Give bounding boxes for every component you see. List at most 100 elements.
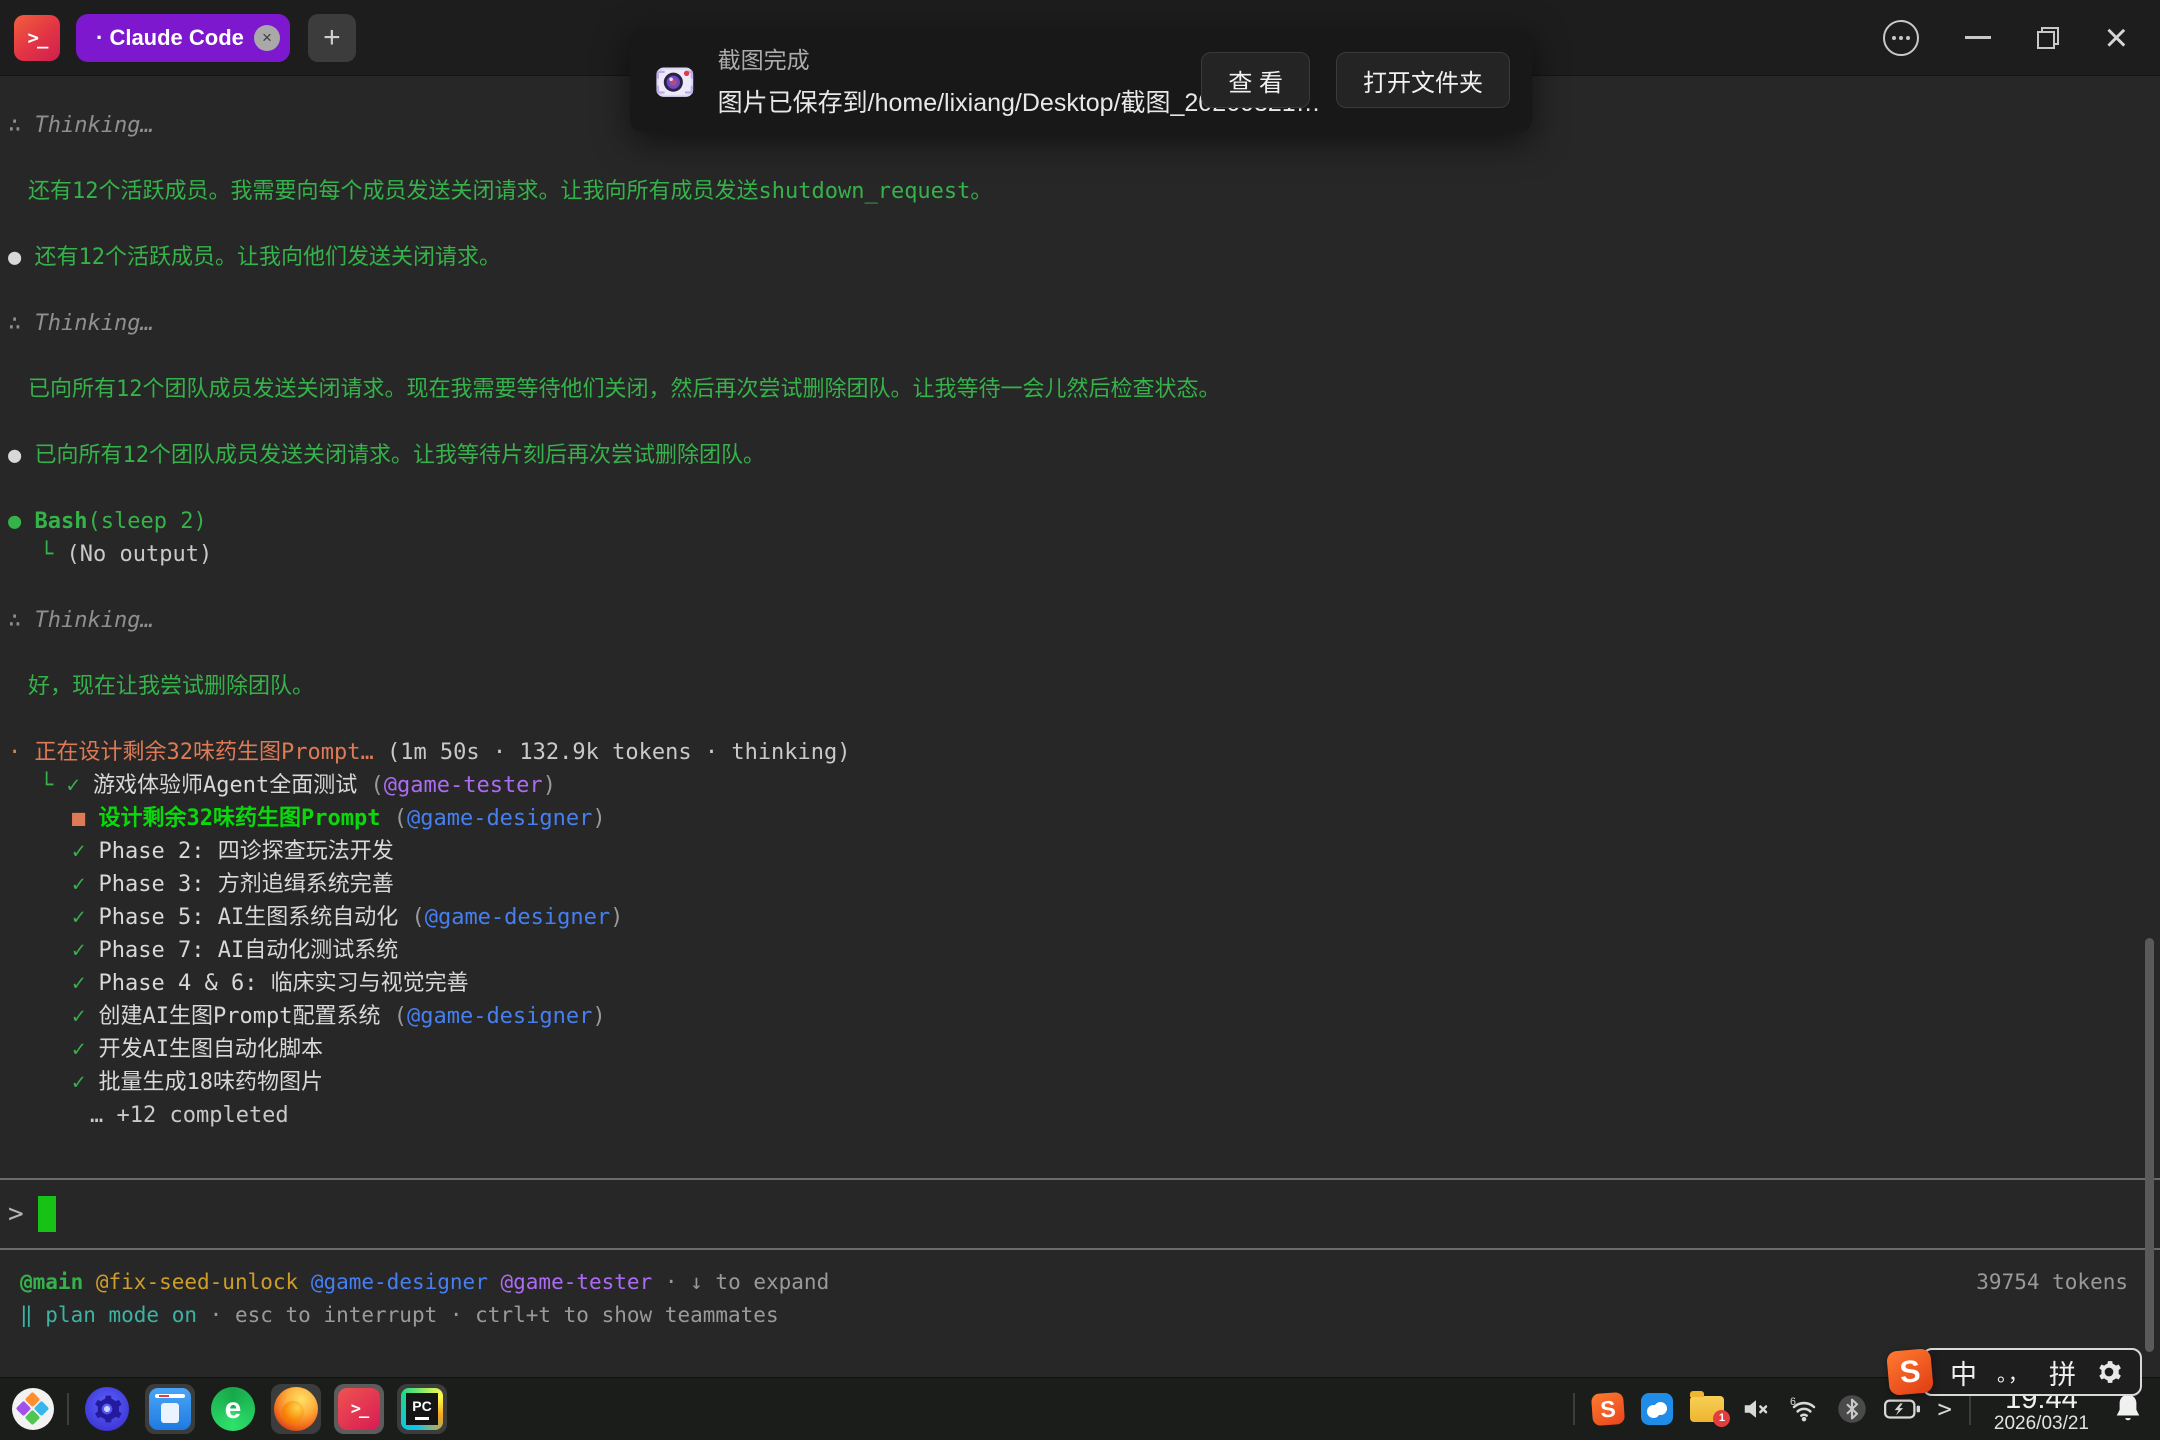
view-button[interactable]: 查 看: [1201, 52, 1310, 108]
text-segment: Thinking…: [35, 113, 154, 138]
terminal-line: · 正在设计剩余32味药生图Prompt… (1m 50s · 132.9k t…: [0, 736, 2160, 769]
text-segment: [298, 1270, 311, 1294]
terminal-line: 已向所有12个团队成员发送关闭请求。现在我需要等待他们关闭，然后再次尝试删除团队…: [0, 373, 2160, 406]
terminal-blank-line: [0, 637, 2160, 670]
svg-text:6: 6: [1790, 1396, 1796, 1408]
text-segment: @game-tester: [384, 773, 543, 798]
text-segment: @game-designer: [425, 905, 610, 930]
text-segment: ●: [8, 509, 35, 534]
folder-tray-icon[interactable]: 1: [1690, 1396, 1724, 1422]
text-segment: (No output): [67, 542, 213, 567]
text-segment: @game-designer: [311, 1270, 488, 1294]
volume-muted-icon[interactable]: [1741, 1394, 1771, 1424]
battery-icon[interactable]: [1884, 1398, 1920, 1420]
text-segment: ): [543, 773, 556, 798]
text-segment: (sleep 2): [87, 509, 206, 534]
text-segment: Thinking…: [35, 311, 154, 336]
minimize-icon[interactable]: [1965, 36, 1991, 39]
cloud-tray-icon[interactable]: [1641, 1393, 1673, 1425]
ime-punctuation-toggle[interactable]: 。，: [1997, 1358, 2029, 1387]
text-segment: … +12 completed: [90, 1103, 289, 1128]
terminal-line: ■ 设计剩余32味药生图Prompt (@game-designer): [0, 802, 2160, 835]
text-segment: @fix-seed-unlock: [96, 1270, 298, 1294]
text-segment: Thinking…: [35, 608, 154, 633]
terminal-blank-line: [0, 274, 2160, 307]
tray-expand-chevron[interactable]: >: [1937, 1395, 1951, 1423]
text-segment: ): [592, 1004, 605, 1029]
terminal-line: ✓ Phase 2: 四诊探查玩法开发: [0, 835, 2160, 868]
gear-icon: [91, 1393, 123, 1425]
terminal-line: └ (No output): [0, 538, 2160, 571]
control-center-icon[interactable]: [82, 1384, 132, 1434]
status-line-agents: @main @fix-seed-unlock @game-designer @g…: [20, 1266, 2140, 1299]
window-controls: ×: [1883, 20, 2128, 56]
clock-date: 2026/03/21: [1994, 1414, 2089, 1433]
text-segment: @game-designer: [407, 806, 592, 831]
text-segment: 开发AI生图自动化脚本: [99, 1037, 324, 1062]
text-segment: ✓: [72, 839, 99, 864]
notification-bell-icon[interactable]: [2112, 1392, 2144, 1426]
wifi-icon[interactable]: 6: [1788, 1393, 1820, 1425]
ime-mode-chinese[interactable]: 中: [1950, 1353, 1977, 1392]
window-menu-icon[interactable]: [1883, 20, 1919, 56]
restore-icon[interactable]: [2037, 27, 2059, 49]
text-segment: ✓: [72, 938, 99, 963]
ime-pinyin-indicator[interactable]: 拼: [2049, 1353, 2076, 1392]
terminal-line: ● Bash(sleep 2): [0, 505, 2160, 538]
text-segment: Bash: [35, 509, 88, 534]
terminal-line: ● 已向所有12个团队成员发送关闭请求。让我等待片刻后再次尝试删除团队。: [0, 439, 2160, 472]
terminal-line: ✓ 批量生成18味药物图片: [0, 1066, 2160, 1099]
sogou-tray-icon[interactable]: S: [1591, 1392, 1625, 1426]
file-manager-icon[interactable]: [145, 1384, 195, 1434]
text-segment: ✓: [72, 1070, 99, 1095]
text-segment: · ↓ to expand: [652, 1270, 829, 1294]
text-segment: (1m 50s · 132.9k tokens · thinking): [387, 740, 851, 765]
text-segment: ∴: [8, 113, 35, 138]
text-segment: Phase 4 & 6: 临床实习与视觉完善: [99, 971, 469, 996]
tray-separator-2: [1969, 1393, 1971, 1425]
terminal-output: ∴ Thinking… 还有12个活跃成员。我需要向每个成员发送关闭请求。让我向…: [0, 75, 2160, 1132]
close-icon[interactable]: ×: [2105, 23, 2128, 53]
text-segment: ∴: [8, 608, 35, 633]
terminal-taskbar-icon[interactable]: >_: [334, 1384, 384, 1434]
screenshot-notification: 截图完成 图片已保存到/home/lixiang/Desktop/截图_2026…: [630, 28, 1532, 132]
text-segment: @game-tester: [501, 1270, 653, 1294]
terminal-line: ∴ Thinking…: [0, 307, 2160, 340]
text-segment: (: [411, 905, 424, 930]
camera-icon: [652, 49, 698, 111]
token-count: 39754 tokens: [1976, 1266, 2128, 1299]
open-folder-button[interactable]: 打开文件夹: [1336, 52, 1510, 108]
ime-settings-gear-icon[interactable]: [2096, 1359, 2122, 1385]
text-segment: ∴: [8, 311, 35, 336]
text-segment: ✓: [72, 905, 99, 930]
text-segment: ✓: [72, 872, 99, 897]
terminal-line: ✓ Phase 3: 方剂追缉系统完善: [0, 868, 2160, 901]
pycharm-icon[interactable]: PC: [397, 1384, 447, 1434]
text-segment: ■: [72, 806, 99, 831]
text-segment: (: [370, 773, 383, 798]
tab-close-icon[interactable]: ×: [254, 25, 280, 51]
text-segment: [83, 1270, 96, 1294]
sogou-logo[interactable]: S: [1886, 1348, 1934, 1396]
text-segment: ●: [8, 443, 35, 468]
text-segment: ✓: [72, 1004, 99, 1029]
prompt-char: >: [8, 1199, 24, 1229]
prompt-input[interactable]: >: [0, 1178, 2160, 1250]
new-tab-button[interactable]: +: [308, 14, 356, 62]
notification-title: 截图完成: [718, 41, 1162, 75]
text-segment: └: [40, 542, 67, 567]
scrollbar-thumb[interactable]: [2145, 938, 2154, 1352]
bluetooth-icon[interactable]: [1837, 1394, 1867, 1424]
terminal-line: └ ✓ 游戏体验师Agent全面测试 (@game-tester): [0, 769, 2160, 802]
launcher-icon[interactable]: [12, 1388, 54, 1430]
terminal-blank-line: [0, 472, 2160, 505]
text-cursor: [38, 1196, 56, 1232]
browser-icon[interactable]: e: [208, 1384, 258, 1434]
notification-message: 图片已保存到/home/lixiang/Desktop/截图_20260321…: [718, 83, 1162, 119]
text-segment: Phase 7: AI自动化测试系统: [99, 938, 399, 963]
terminal-line: ✓ Phase 4 & 6: 临床实习与视觉完善: [0, 967, 2160, 1000]
firefox-icon[interactable]: [271, 1384, 321, 1434]
ime-panel: 中 。， 拼: [1922, 1348, 2142, 1396]
tab-claude-code[interactable]: · Claude Code ×: [76, 14, 290, 62]
text-segment: (: [394, 806, 407, 831]
